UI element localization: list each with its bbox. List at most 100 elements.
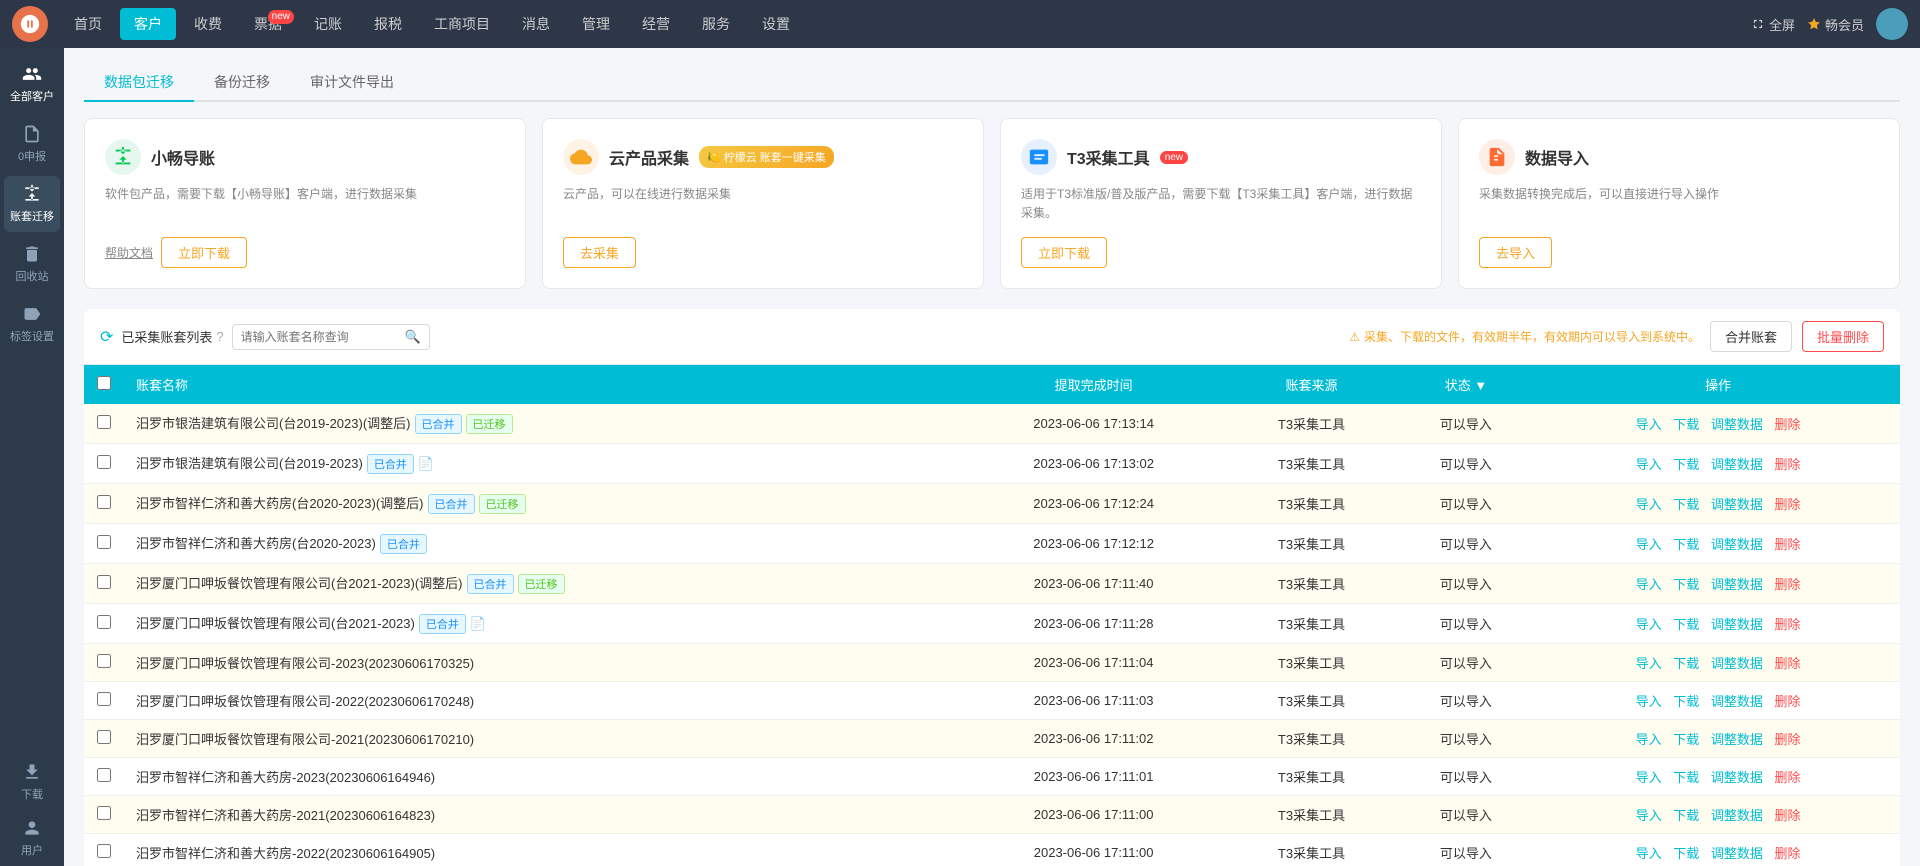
import-link[interactable]: 导入 bbox=[1636, 808, 1662, 823]
delete-link[interactable]: 删除 bbox=[1775, 617, 1801, 632]
nav-message[interactable]: 消息 bbox=[508, 8, 564, 40]
adjust-link[interactable]: 调整数据 bbox=[1711, 497, 1763, 512]
nav-home[interactable]: 首页 bbox=[60, 8, 116, 40]
adjust-link[interactable]: 调整数据 bbox=[1711, 457, 1763, 472]
delete-link[interactable]: 删除 bbox=[1775, 577, 1801, 592]
user-avatar[interactable] bbox=[1876, 8, 1908, 40]
delete-link[interactable]: 删除 bbox=[1775, 808, 1801, 823]
nav-tax[interactable]: 报税 bbox=[360, 8, 416, 40]
delete-link[interactable]: 删除 bbox=[1775, 694, 1801, 709]
row-checkbox[interactable] bbox=[97, 844, 111, 858]
adjust-link[interactable]: 调整数据 bbox=[1711, 417, 1763, 432]
file-icon[interactable]: 📄 bbox=[418, 456, 434, 471]
card-btn-collect[interactable]: 去采集 bbox=[563, 237, 636, 268]
adjust-link[interactable]: 调整数据 bbox=[1711, 577, 1763, 592]
delete-link[interactable]: 删除 bbox=[1775, 537, 1801, 552]
refresh-icon[interactable]: ⟳ bbox=[100, 327, 113, 347]
adjust-link[interactable]: 调整数据 bbox=[1711, 770, 1763, 785]
sidebar-item-migrate[interactable]: 账套迁移 bbox=[4, 176, 60, 232]
import-link[interactable]: 导入 bbox=[1636, 694, 1662, 709]
delete-link[interactable]: 删除 bbox=[1775, 732, 1801, 747]
import-link[interactable]: 导入 bbox=[1636, 732, 1662, 747]
delete-link[interactable]: 删除 bbox=[1775, 656, 1801, 671]
fullscreen-button[interactable]: 全屏 bbox=[1751, 15, 1795, 34]
nav-service[interactable]: 服务 bbox=[688, 8, 744, 40]
card-btn-t3download[interactable]: 立即下载 bbox=[1021, 237, 1107, 268]
sidebar-item-all-customers[interactable]: 全部客户 bbox=[4, 56, 60, 112]
adjust-link[interactable]: 调整数据 bbox=[1711, 694, 1763, 709]
row-checkbox[interactable] bbox=[97, 615, 111, 629]
import-link[interactable]: 导入 bbox=[1636, 656, 1662, 671]
delete-link[interactable]: 删除 bbox=[1775, 417, 1801, 432]
card-btn-import[interactable]: 去导入 bbox=[1479, 237, 1552, 268]
download-link[interactable]: 下载 bbox=[1673, 732, 1699, 747]
file-icon[interactable]: 📄 bbox=[470, 616, 486, 631]
nav-business[interactable]: 工商项目 bbox=[420, 8, 504, 40]
card-btn-download[interactable]: 立即下载 bbox=[161, 237, 247, 268]
row-checkbox[interactable] bbox=[97, 415, 111, 429]
import-link[interactable]: 导入 bbox=[1636, 417, 1662, 432]
batch-delete-button[interactable]: 批量删除 bbox=[1802, 321, 1884, 352]
sidebar-item-recycle[interactable]: 回收站 bbox=[4, 236, 60, 292]
download-link[interactable]: 下载 bbox=[1673, 457, 1699, 472]
row-checkbox[interactable] bbox=[97, 654, 111, 668]
tab-audit-export[interactable]: 审计文件导出 bbox=[290, 64, 414, 102]
download-link[interactable]: 下载 bbox=[1673, 846, 1699, 861]
download-link[interactable]: 下载 bbox=[1673, 537, 1699, 552]
row-checkbox[interactable] bbox=[97, 535, 111, 549]
row-checkbox[interactable] bbox=[97, 495, 111, 509]
nav-management[interactable]: 管理 bbox=[568, 8, 624, 40]
card-link-help[interactable]: 帮助文档 bbox=[105, 244, 153, 261]
tab-backup-migration[interactable]: 备份迁移 bbox=[194, 64, 290, 102]
delete-link[interactable]: 删除 bbox=[1775, 846, 1801, 861]
sidebar-item-tag-settings[interactable]: 标签设置 bbox=[4, 296, 60, 352]
import-link[interactable]: 导入 bbox=[1636, 497, 1662, 512]
delete-link[interactable]: 删除 bbox=[1775, 497, 1801, 512]
row-checkbox[interactable] bbox=[97, 455, 111, 469]
adjust-link[interactable]: 调整数据 bbox=[1711, 846, 1763, 861]
nav-customer[interactable]: 客户 bbox=[120, 8, 176, 40]
import-link[interactable]: 导入 bbox=[1636, 770, 1662, 785]
help-icon[interactable]: ? bbox=[216, 329, 223, 344]
nav-settings[interactable]: 设置 bbox=[748, 8, 804, 40]
nav-operation[interactable]: 经营 bbox=[628, 8, 684, 40]
import-link[interactable]: 导入 bbox=[1636, 577, 1662, 592]
import-link[interactable]: 导入 bbox=[1636, 617, 1662, 632]
sidebar-item-download[interactable]: 下载 bbox=[4, 754, 60, 810]
download-link[interactable]: 下载 bbox=[1673, 417, 1699, 432]
tab-data-migration[interactable]: 数据包迁移 bbox=[84, 64, 194, 102]
sidebar-item-zero-report[interactable]: 0申报 bbox=[4, 116, 60, 172]
download-link[interactable]: 下载 bbox=[1673, 808, 1699, 823]
download-link[interactable]: 下载 bbox=[1673, 694, 1699, 709]
download-link[interactable]: 下载 bbox=[1673, 656, 1699, 671]
nav-fee[interactable]: 收费 bbox=[180, 8, 236, 40]
import-link[interactable]: 导入 bbox=[1636, 846, 1662, 861]
row-checkbox[interactable] bbox=[97, 768, 111, 782]
row-checkbox[interactable] bbox=[97, 692, 111, 706]
delete-link[interactable]: 删除 bbox=[1775, 770, 1801, 785]
select-all-checkbox[interactable] bbox=[97, 376, 111, 390]
row-checkbox[interactable] bbox=[97, 806, 111, 820]
search-input[interactable] bbox=[241, 330, 401, 344]
import-link[interactable]: 导入 bbox=[1636, 537, 1662, 552]
download-link[interactable]: 下载 bbox=[1673, 617, 1699, 632]
delete-link[interactable]: 删除 bbox=[1775, 457, 1801, 472]
member-button[interactable]: 畅会员 bbox=[1807, 15, 1864, 34]
adjust-link[interactable]: 调整数据 bbox=[1711, 732, 1763, 747]
adjust-link[interactable]: 调整数据 bbox=[1711, 617, 1763, 632]
col-status[interactable]: 状态 ▼ bbox=[1396, 365, 1536, 404]
adjust-link[interactable]: 调整数据 bbox=[1711, 537, 1763, 552]
download-link[interactable]: 下载 bbox=[1673, 497, 1699, 512]
row-checkbox[interactable] bbox=[97, 575, 111, 589]
import-link[interactable]: 导入 bbox=[1636, 457, 1662, 472]
row-checkbox[interactable] bbox=[97, 730, 111, 744]
download-link[interactable]: 下载 bbox=[1673, 577, 1699, 592]
download-link[interactable]: 下载 bbox=[1673, 770, 1699, 785]
nav-bookkeeping[interactable]: 记账 bbox=[300, 8, 356, 40]
merge-accounts-button[interactable]: 合并账套 bbox=[1710, 321, 1792, 352]
adjust-link[interactable]: 调整数据 bbox=[1711, 808, 1763, 823]
adjust-link[interactable]: 调整数据 bbox=[1711, 656, 1763, 671]
sidebar-item-user[interactable]: 用户 bbox=[4, 810, 60, 866]
search-button[interactable]: 🔍 bbox=[405, 329, 421, 345]
nav-invoice[interactable]: 票据 new bbox=[240, 8, 296, 40]
